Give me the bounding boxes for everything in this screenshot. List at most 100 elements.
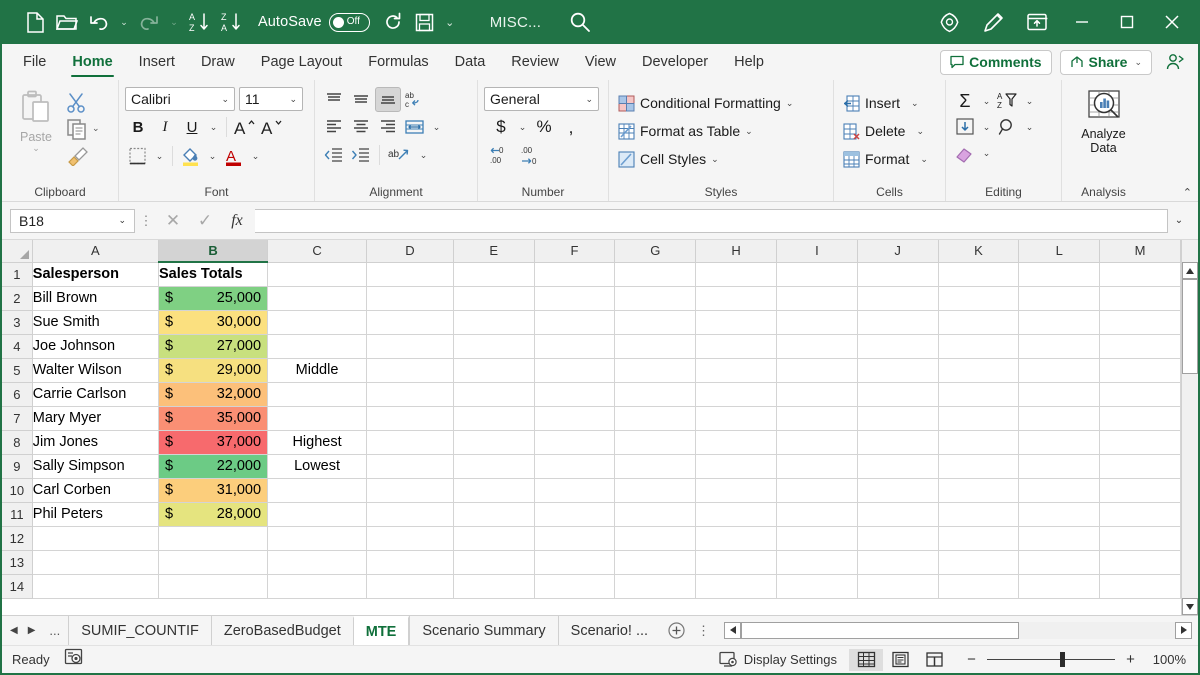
cell-a10[interactable]: Carl Corben — [32, 478, 158, 502]
cell-m8[interactable] — [1100, 430, 1181, 454]
cell-b9[interactable]: $22,000 — [159, 454, 268, 478]
row-header-6[interactable]: 6 — [2, 382, 32, 406]
sheet-tab-mte[interactable]: MTE — [353, 616, 410, 645]
cell-l13[interactable] — [1019, 550, 1100, 574]
cell-g2[interactable] — [615, 286, 696, 310]
copilot-icon[interactable] — [927, 2, 971, 42]
cell-c1[interactable] — [268, 262, 367, 286]
cell-l4[interactable] — [1019, 334, 1100, 358]
cell-f6[interactable] — [534, 382, 615, 406]
refresh-icon[interactable] — [378, 7, 408, 37]
insert-function-icon[interactable]: fx — [221, 208, 253, 234]
row-header-4[interactable]: 4 — [2, 334, 32, 358]
italic-button[interactable]: I — [152, 114, 178, 140]
cell-l11[interactable] — [1019, 502, 1100, 526]
cell-m11[interactable] — [1100, 502, 1181, 526]
cell-l8[interactable] — [1019, 430, 1100, 454]
cell-h11[interactable] — [696, 502, 777, 526]
cell-e11[interactable] — [453, 502, 534, 526]
cell-c12[interactable] — [268, 526, 367, 550]
horizontal-scroll-track[interactable] — [741, 622, 1175, 639]
cell-b13[interactable] — [159, 550, 268, 574]
underline-caret-icon[interactable]: ⌄ — [206, 114, 221, 140]
cell-k9[interactable] — [938, 454, 1019, 478]
row-header-8[interactable]: 8 — [2, 430, 32, 454]
redo-icon[interactable] — [134, 7, 164, 37]
format-as-table-button[interactable]: Format as Table ⌄ — [615, 117, 756, 145]
row-header-13[interactable]: 13 — [2, 550, 32, 574]
cell-h5[interactable] — [696, 358, 777, 382]
borders-button[interactable] — [125, 143, 151, 169]
cell-d14[interactable] — [367, 574, 454, 598]
cell-k14[interactable] — [938, 574, 1019, 598]
cell-j1[interactable] — [857, 262, 938, 286]
sort-ascending-icon[interactable]: AZ — [184, 7, 214, 37]
cell-d1[interactable] — [367, 262, 454, 286]
wrap-text-caret-icon[interactable]: ⌄ — [416, 142, 431, 168]
ribbon-tab-developer[interactable]: Developer — [629, 44, 721, 80]
copy-button[interactable]: ⌄ — [64, 116, 102, 141]
decrease-font-size-button[interactable]: A — [259, 114, 285, 140]
share-caret-icon[interactable]: ⌄ — [1134, 57, 1142, 68]
undo-icon[interactable] — [84, 7, 114, 37]
open-folder-icon[interactable] — [52, 7, 82, 37]
cell-a2[interactable]: Bill Brown — [32, 286, 158, 310]
cell-k10[interactable] — [938, 478, 1019, 502]
cell-j14[interactable] — [857, 574, 938, 598]
page-break-view-button[interactable] — [917, 649, 951, 671]
normal-view-button[interactable] — [849, 649, 883, 671]
column-header-h[interactable]: H — [696, 240, 777, 262]
column-header-f[interactable]: F — [534, 240, 615, 262]
cell-b8[interactable]: $37,000 — [159, 430, 268, 454]
cell-k1[interactable] — [938, 262, 1019, 286]
cell-f4[interactable] — [534, 334, 615, 358]
cell-c8[interactable]: Highest — [268, 430, 367, 454]
cell-e3[interactable] — [453, 310, 534, 334]
cell-g11[interactable] — [615, 502, 696, 526]
cell-k5[interactable] — [938, 358, 1019, 382]
cell-h14[interactable] — [696, 574, 777, 598]
scroll-left-button[interactable] — [724, 622, 741, 639]
previous-sheet-icon[interactable]: ◀ — [10, 625, 18, 636]
sheet-tab-scenario-summary[interactable]: Scenario Summary — [409, 616, 557, 645]
cell-l5[interactable] — [1019, 358, 1100, 382]
cell-h1[interactable] — [696, 262, 777, 286]
underline-button[interactable]: U — [179, 114, 205, 140]
cell-i8[interactable] — [776, 430, 857, 454]
enter-formula-icon[interactable]: ✓ — [189, 208, 221, 234]
cell-a3[interactable]: Sue Smith — [32, 310, 158, 334]
cell-d8[interactable] — [367, 430, 454, 454]
cell-k3[interactable] — [938, 310, 1019, 334]
cell-i2[interactable] — [776, 286, 857, 310]
merge-center-caret-icon[interactable]: ⌄ — [429, 114, 444, 140]
cell-e12[interactable] — [453, 526, 534, 550]
cell-e9[interactable] — [453, 454, 534, 478]
row-header-11[interactable]: 11 — [2, 502, 32, 526]
share-button[interactable]: Share ⌄ — [1060, 50, 1152, 75]
sheet-tab-zerobasedbudget[interactable]: ZeroBasedBudget — [211, 616, 353, 645]
cell-m6[interactable] — [1100, 382, 1181, 406]
cell-i11[interactable] — [776, 502, 857, 526]
cell-j13[interactable] — [857, 550, 938, 574]
conditional-formatting-button[interactable]: Conditional Formatting ⌄ — [615, 89, 796, 117]
cell-c9[interactable]: Lowest — [268, 454, 367, 478]
ribbon-tab-file[interactable]: File — [10, 44, 59, 80]
cell-a9[interactable]: Sally Simpson — [32, 454, 158, 478]
scroll-right-button[interactable] — [1175, 622, 1192, 639]
cell-h12[interactable] — [696, 526, 777, 550]
page-layout-view-button[interactable] — [883, 649, 917, 671]
column-header-a[interactable]: A — [32, 240, 158, 262]
cell-c2[interactable] — [268, 286, 367, 310]
cell-f1[interactable] — [534, 262, 615, 286]
zoom-slider[interactable] — [987, 652, 1115, 668]
bottom-align-button[interactable] — [375, 87, 401, 112]
zoom-slider-handle[interactable] — [1060, 652, 1065, 667]
cell-d7[interactable] — [367, 406, 454, 430]
horizontal-scroll-thumb[interactable] — [741, 622, 1019, 639]
minimize-button[interactable] — [1059, 0, 1104, 44]
autosave-toggle[interactable]: Off — [329, 13, 370, 32]
cancel-formula-icon[interactable]: ✕ — [157, 208, 189, 234]
row-header-1[interactable]: 1 — [2, 262, 32, 286]
cell-f3[interactable] — [534, 310, 615, 334]
cell-c11[interactable] — [268, 502, 367, 526]
